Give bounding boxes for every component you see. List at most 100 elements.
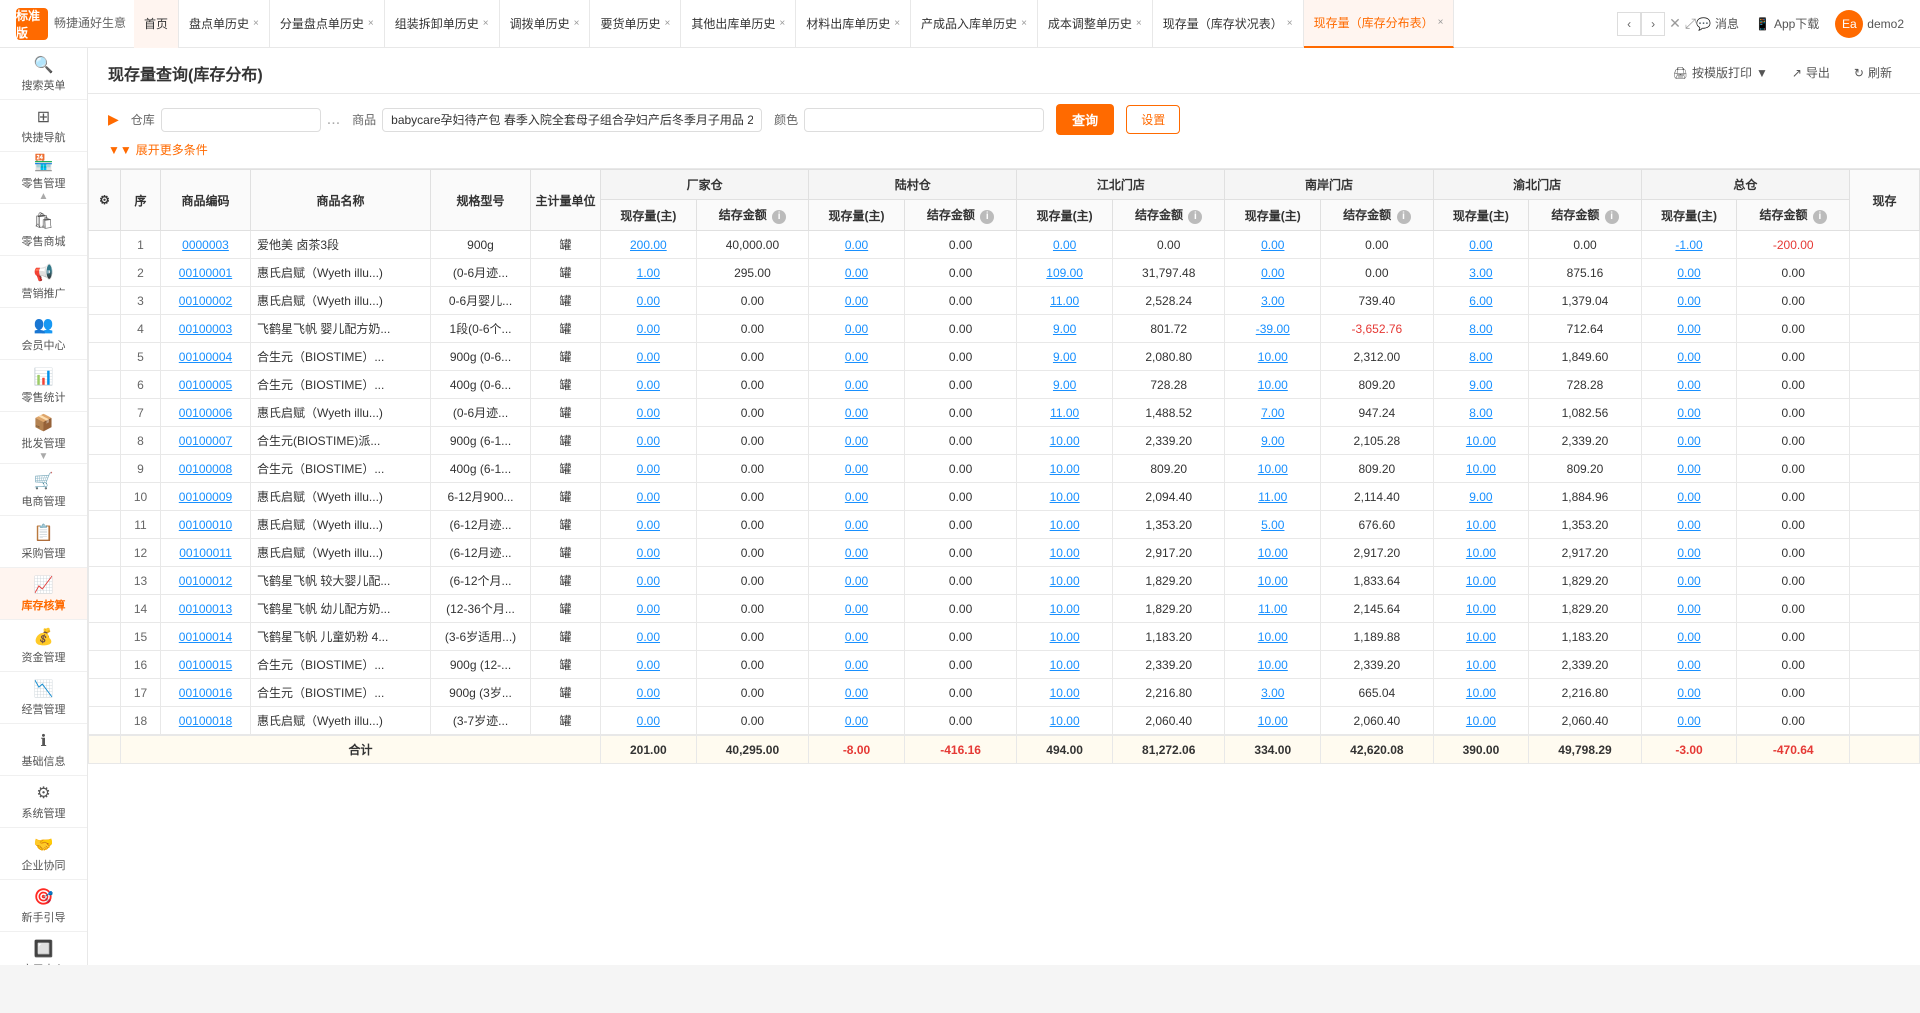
table-cell[interactable]: 6.00 [1433, 287, 1529, 315]
table-cell[interactable]: 10.00 [1017, 651, 1113, 679]
table-cell[interactable]: 0.00 [1641, 287, 1737, 315]
sidebar-item-搜索英单[interactable]: 🔍搜索英单 [0, 48, 87, 100]
table-cell[interactable]: 0.00 [601, 483, 697, 511]
tab-[interactable]: 分量盘点单历史 × [270, 0, 385, 48]
table-cell[interactable]: 10.00 [1225, 623, 1321, 651]
sidebar-item-企业协同[interactable]: 🤝企业协同 [0, 828, 87, 880]
table-cell[interactable]: 9.00 [1017, 315, 1113, 343]
table-cell[interactable]: 0.00 [1641, 539, 1737, 567]
table-cell[interactable]: 10.00 [1433, 427, 1529, 455]
table-cell[interactable]: 10.00 [1433, 511, 1529, 539]
table-cell[interactable]: 0.00 [1641, 455, 1737, 483]
table-cell[interactable]: 00100002 [161, 287, 251, 315]
table-cell[interactable]: 10.00 [1017, 567, 1113, 595]
tab-[interactable]: 现存量（库存分布表） × [1304, 0, 1455, 48]
table-cell[interactable]: 0.00 [601, 567, 697, 595]
table-cell[interactable]: 0.00 [1641, 679, 1737, 707]
table-cell[interactable]: 0.00 [1641, 623, 1737, 651]
table-cell[interactable]: 109.00 [1017, 259, 1113, 287]
table-cell[interactable]: 10.00 [1433, 595, 1529, 623]
tab-[interactable]: 成本调整单历史 × [1038, 0, 1153, 48]
table-cell[interactable]: 00100008 [161, 455, 251, 483]
table-cell[interactable]: 0.00 [601, 651, 697, 679]
table-cell[interactable]: 00100014 [161, 623, 251, 651]
table-cell[interactable]: 10.00 [1017, 623, 1113, 651]
table-cell[interactable]: 10.00 [1433, 455, 1529, 483]
table-cell[interactable]: 0.00 [1225, 259, 1321, 287]
tab-close-btn[interactable]: × [483, 18, 489, 29]
product-input[interactable] [382, 108, 762, 132]
table-cell[interactable]: 0.00 [809, 679, 905, 707]
table-cell[interactable]: 9.00 [1017, 371, 1113, 399]
table-cell[interactable]: 11.00 [1017, 399, 1113, 427]
table-cell[interactable]: 0.00 [809, 483, 905, 511]
tab-close-btn[interactable]: × [664, 18, 670, 29]
table-cell[interactable]: 0.00 [601, 595, 697, 623]
sidebar-item-会员中心[interactable]: 👥会员中心 [0, 308, 87, 360]
table-cell[interactable]: 0.00 [1641, 259, 1737, 287]
table-cell[interactable]: 00100010 [161, 511, 251, 539]
table-cell[interactable]: 9.00 [1017, 343, 1113, 371]
table-cell[interactable]: 0.00 [809, 427, 905, 455]
table-cell[interactable]: 11.00 [1225, 595, 1321, 623]
table-cell[interactable]: 0.00 [601, 315, 697, 343]
table-cell[interactable]: 0.00 [809, 539, 905, 567]
table-cell[interactable]: 0.00 [1641, 483, 1737, 511]
tab-close-all-btn[interactable]: ✕ [1669, 15, 1681, 32]
table-cell[interactable]: 0.00 [1433, 231, 1529, 259]
warehouse-dots[interactable]: ... [327, 111, 340, 129]
user-menu[interactable]: Ea demo2 [1835, 10, 1904, 38]
tab-[interactable]: 盘点单历史 × [179, 0, 270, 48]
table-cell[interactable]: 0.00 [1641, 707, 1737, 736]
table-cell[interactable]: 10.00 [1225, 707, 1321, 736]
table-cell[interactable]: 1.00 [601, 259, 697, 287]
table-cell[interactable]: 10.00 [1017, 511, 1113, 539]
table-cell[interactable]: 00100007 [161, 427, 251, 455]
table-cell[interactable]: 11.00 [1017, 287, 1113, 315]
table-cell[interactable]: 0.00 [809, 231, 905, 259]
table-cell[interactable]: 0.00 [601, 371, 697, 399]
table-cell[interactable]: 10.00 [1225, 343, 1321, 371]
table-cell[interactable]: 10.00 [1017, 679, 1113, 707]
table-cell[interactable]: 0.00 [1641, 511, 1737, 539]
tab-expand-btn[interactable]: ⤢ [1685, 15, 1696, 32]
table-cell[interactable]: 10.00 [1017, 483, 1113, 511]
sidebar-item-新手引导[interactable]: 🎯新手引导 [0, 880, 87, 932]
setting-button[interactable]: 设置 [1126, 105, 1180, 134]
tab-[interactable]: 调拨单历史 × [500, 0, 591, 48]
sidebar-item-经营管理[interactable]: 📉经营管理 [0, 672, 87, 724]
tab-close-btn[interactable]: × [1021, 18, 1027, 29]
table-cell[interactable]: 0.00 [601, 511, 697, 539]
table-cell[interactable]: 0.00 [1641, 567, 1737, 595]
table-cell[interactable]: 9.00 [1433, 371, 1529, 399]
table-cell[interactable]: 00100003 [161, 315, 251, 343]
tab-close-btn[interactable]: × [779, 18, 785, 29]
table-cell[interactable]: 0.00 [809, 287, 905, 315]
table-cell[interactable]: 9.00 [1433, 483, 1529, 511]
sidebar-item-电商管理[interactable]: 🛒电商管理 [0, 464, 87, 516]
sidebar-item-库存核算[interactable]: 📈库存核算 [0, 568, 87, 620]
search-button[interactable]: 查询 [1056, 104, 1114, 135]
table-cell[interactable]: 00100009 [161, 483, 251, 511]
table-cell[interactable]: 5.00 [1225, 511, 1321, 539]
table-cell[interactable]: 0.00 [601, 427, 697, 455]
table-cell[interactable]: 3.00 [1225, 287, 1321, 315]
tab-[interactable]: 其他出库单历史 × [681, 0, 796, 48]
table-cell[interactable]: 3.00 [1225, 679, 1321, 707]
table-cell[interactable]: 10.00 [1225, 455, 1321, 483]
tab-prev-btn[interactable]: ‹ [1617, 12, 1641, 36]
export-btn[interactable]: ↗ 导出 [1784, 60, 1838, 85]
table-cell[interactable]: 0.00 [809, 511, 905, 539]
table-cell[interactable]: 10.00 [1433, 539, 1529, 567]
table-cell[interactable]: 00100018 [161, 707, 251, 736]
sidebar-item-基础信息[interactable]: ℹ基础信息 [0, 724, 87, 776]
th-gear[interactable]: ⚙ [89, 170, 121, 231]
tab-[interactable]: 材料出库单历史 × [796, 0, 911, 48]
table-cell[interactable]: 11.00 [1225, 483, 1321, 511]
tab-close-btn[interactable]: × [1287, 18, 1293, 29]
table-cell[interactable]: 8.00 [1433, 315, 1529, 343]
table-cell[interactable]: 10.00 [1225, 371, 1321, 399]
table-cell[interactable]: 10.00 [1017, 427, 1113, 455]
filter-collapse-btn[interactable]: ▶ [108, 111, 119, 128]
table-cell[interactable]: 10.00 [1433, 567, 1529, 595]
